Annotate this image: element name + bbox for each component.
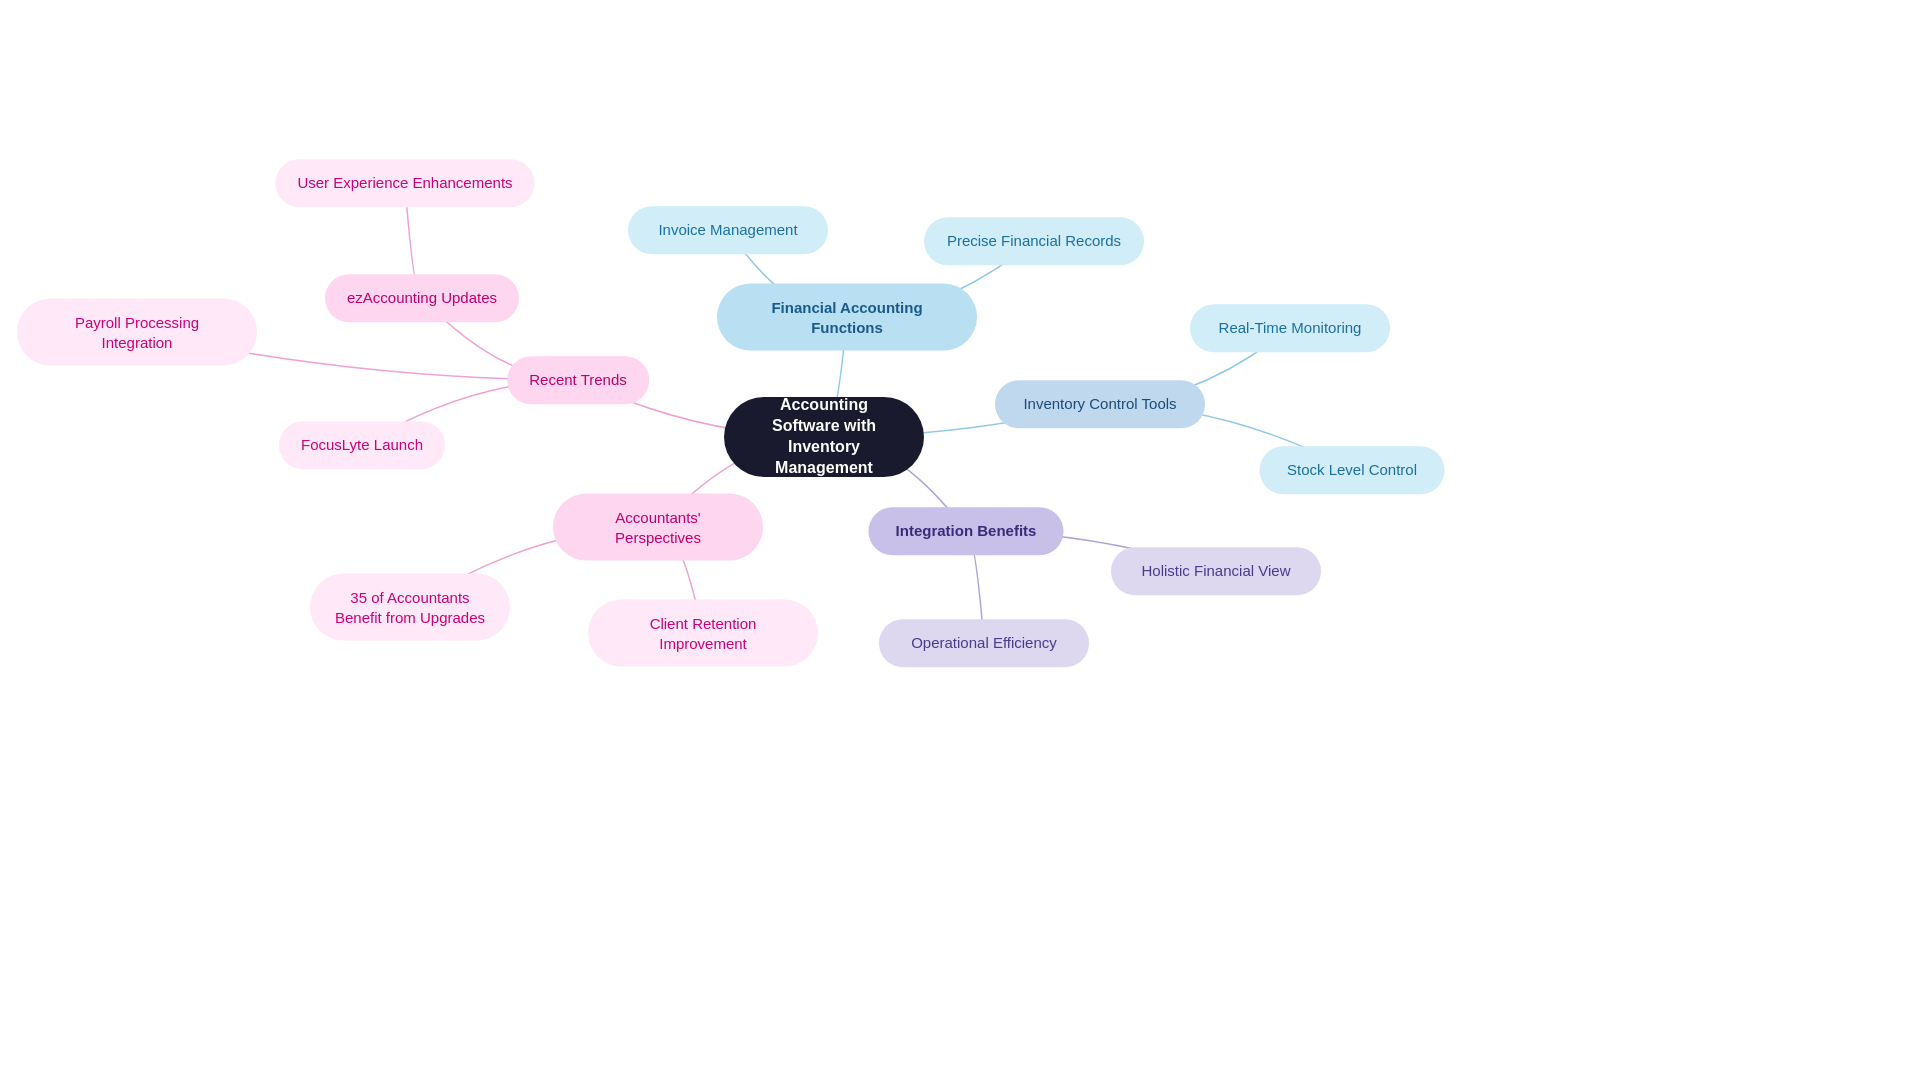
real-time-monitoring-node: Real-Time Monitoring — [1190, 304, 1390, 352]
operational-efficiency-node: Operational Efficiency — [879, 619, 1089, 667]
user-experience-node: User Experience Enhancements — [275, 159, 534, 207]
stock-level-control-node: Stock Level Control — [1260, 446, 1445, 494]
payroll-processing-node: Payroll Processing Integration — [17, 299, 257, 366]
accountants-perspectives-node: Accountants' Perspectives — [553, 494, 763, 561]
precise-financial-node: Precise Financial Records — [924, 217, 1144, 265]
invoice-management-node: Invoice Management — [628, 206, 828, 254]
holistic-financial-node: Holistic Financial View — [1111, 547, 1321, 595]
focuslyte-launch-node: FocusLyte Launch — [279, 421, 445, 469]
mind-map: Accounting Software with Inventory Manag… — [0, 0, 1920, 1083]
inventory-control-node: Inventory Control Tools — [995, 380, 1205, 428]
financial-accounting-node: Financial Accounting Functions — [717, 284, 977, 351]
center-node: Accounting Software with Inventory Manag… — [724, 397, 924, 477]
integration-benefits-node: Integration Benefits — [869, 507, 1064, 555]
recent-trends-node: Recent Trends — [507, 356, 649, 404]
ezaccounting-updates-node: ezAccounting Updates — [325, 274, 519, 322]
client-retention-node: Client Retention Improvement — [588, 600, 818, 667]
accountants-benefit-node: 35 of Accountants Benefit from Upgrades — [310, 574, 510, 641]
